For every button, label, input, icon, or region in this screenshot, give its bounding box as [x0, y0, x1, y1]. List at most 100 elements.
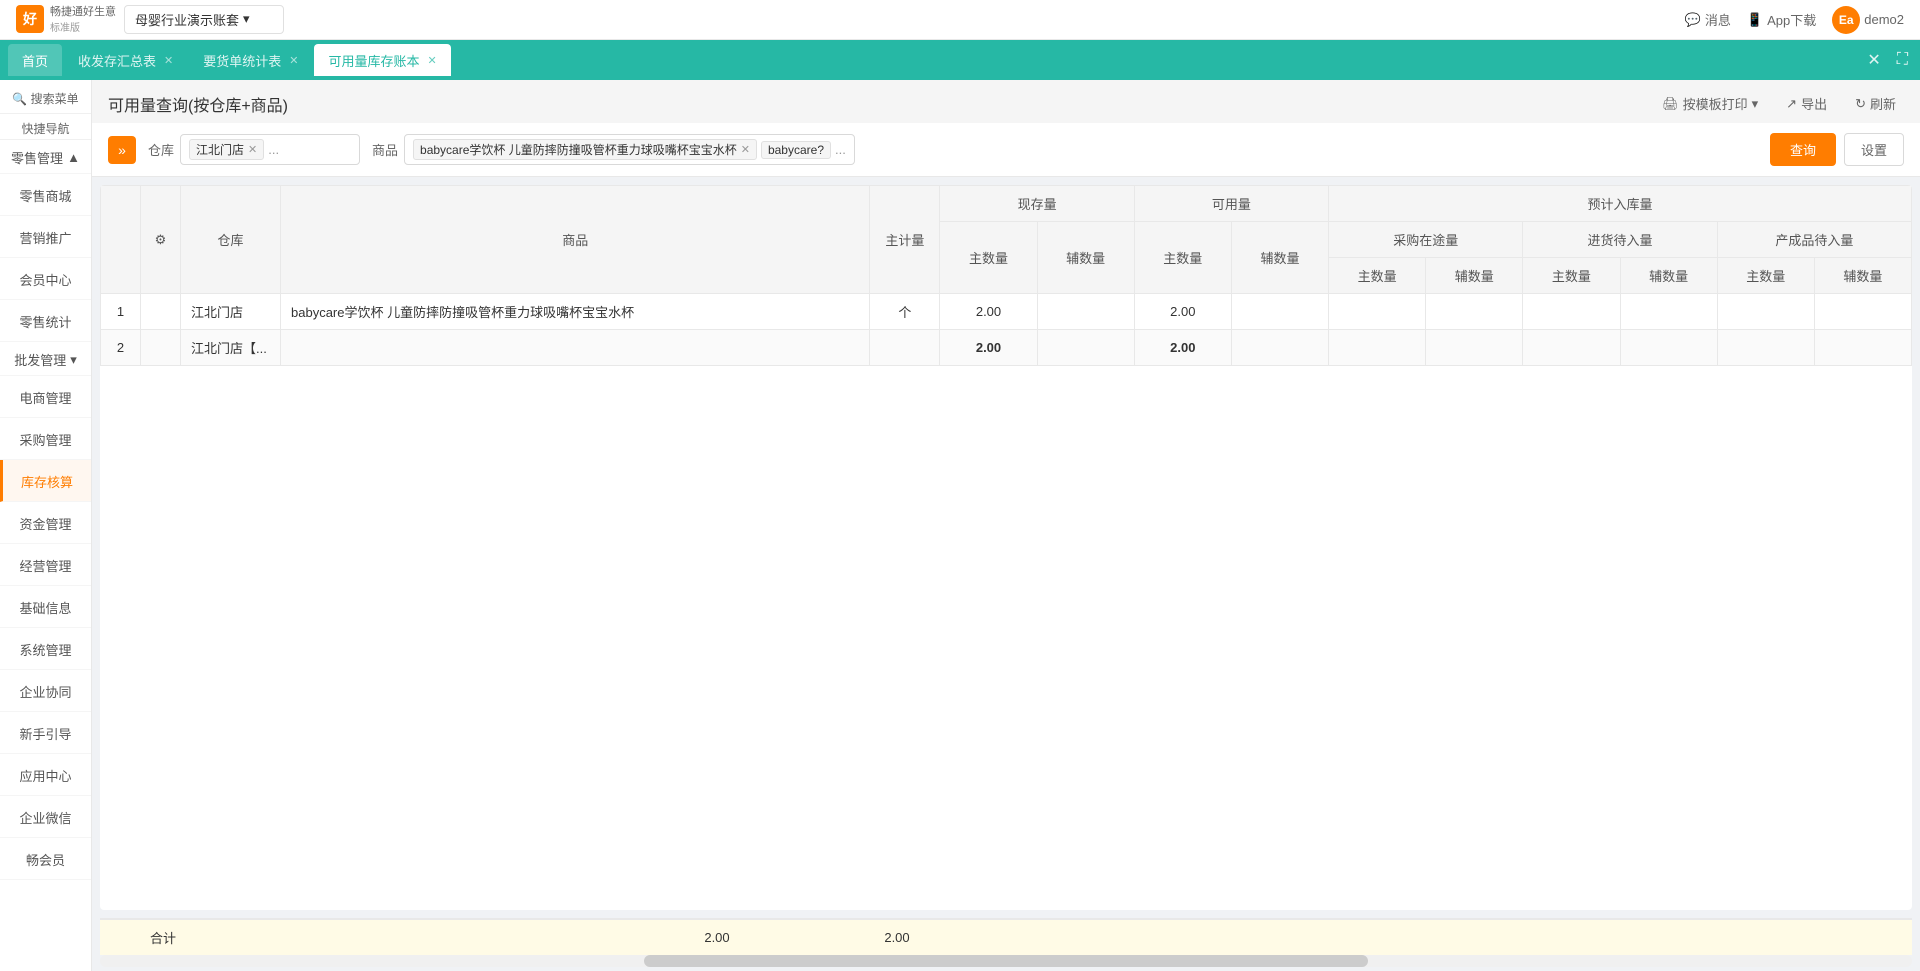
user-profile[interactable]: Ea demo2 — [1832, 6, 1904, 34]
product-filter-input[interactable]: babycare学饮杯 儿童防摔防撞吸管杯重力球吸嘴杯宝宝水杯 ✕ babyca… — [404, 134, 855, 165]
message-icon: 💬 — [1685, 12, 1701, 28]
sidebar-purchase-label: 采购管理 — [19, 430, 71, 449]
row1-avail-aux — [1231, 294, 1328, 330]
footer-avail-main: 2.00 — [852, 930, 942, 945]
sidebar-item-enterprise-collab[interactable]: 企业协同 — [0, 670, 91, 712]
horizontal-scrollbar[interactable] — [100, 955, 1912, 967]
product-tag1-close[interactable]: ✕ — [741, 143, 750, 156]
sidebar-item-vip[interactable]: 畅会员 — [0, 838, 91, 880]
row2-unit — [870, 330, 940, 366]
sidebar-item-ops-mgmt[interactable]: 经营管理 — [0, 544, 91, 586]
filter-actions: 查询 设置 — [1770, 133, 1904, 166]
filter-toggle-button[interactable]: » — [108, 136, 136, 164]
sidebar-item-wholesale-mgmt[interactable]: 批发管理 ▾ — [0, 342, 91, 376]
table-container: ⚙ 仓库 商品 主计量 现存量 — [100, 185, 1912, 910]
row1-stock-main: 2.00 — [940, 294, 1037, 330]
sidebar-retail-mgmt-label: 零售管理 — [11, 148, 63, 167]
tab-inventory-close[interactable]: ✕ — [428, 54, 437, 67]
top-bar-right: 💬 消息 📱 App下载 Ea demo2 — [1685, 6, 1904, 34]
logo-sub: 标准版 — [50, 19, 116, 34]
th-stock-aux: 辅数量 — [1037, 222, 1134, 294]
sidebar-item-app-center[interactable]: 应用中心 — [0, 754, 91, 796]
th-inbound-main: 主数量 — [1523, 258, 1620, 294]
message-button[interactable]: 💬 消息 — [1685, 10, 1731, 29]
th-avail-main: 主数量 — [1134, 222, 1231, 294]
sidebar-wholesale-label: 批发管理 — [14, 350, 66, 369]
settings-button[interactable]: 设置 — [1844, 133, 1904, 166]
sidebar-item-marketing[interactable]: 营销推广 — [0, 216, 91, 258]
tab-inventory[interactable]: 可用量库存账本 ✕ — [314, 44, 450, 76]
product-filter-label: 商品 — [372, 140, 398, 159]
row2-gear[interactable] — [141, 330, 181, 366]
refresh-button[interactable]: ↻ 刷新 — [1847, 90, 1904, 117]
tab-payment-close[interactable]: ✕ — [164, 54, 173, 67]
sidebar-item-retail-mgmt[interactable]: 零售管理 ▲ — [0, 140, 91, 174]
query-button[interactable]: 查询 — [1770, 133, 1836, 166]
sidebar-search-label: 搜索菜单 — [31, 92, 79, 106]
sidebar-item-enterprise-wechat[interactable]: 企业微信 — [0, 796, 91, 838]
sidebar-item-finance-mgmt[interactable]: 资金管理 — [0, 502, 91, 544]
sidebar-enterprise-label: 企业协同 — [19, 682, 71, 701]
sidebar-item-retail-stat[interactable]: 零售统计 — [0, 300, 91, 342]
sidebar-wechat-label: 企业微信 — [19, 808, 71, 827]
th-available: 可用量 — [1134, 186, 1328, 222]
app-download-button[interactable]: 📱 App下载 — [1747, 10, 1816, 29]
sidebar-marketing-label: 营销推广 — [19, 228, 71, 247]
th-main-unit: 主计量 — [870, 186, 940, 294]
row2-warehouse: 江北门店【... — [181, 330, 281, 366]
sidebar-item-ecom-mgmt[interactable]: 电商管理 — [0, 376, 91, 418]
tab-order[interactable]: 要货单统计表 ✕ — [189, 44, 312, 76]
th-purchase-main: 主数量 — [1329, 258, 1426, 294]
row1-product-aux — [1814, 294, 1911, 330]
th-product-aux: 辅数量 — [1814, 258, 1911, 294]
industry-selector[interactable]: 母婴行业演示账套 ▾ — [124, 5, 284, 34]
sidebar-quick-nav[interactable]: 快捷导航 — [0, 114, 91, 140]
th-settings[interactable]: ⚙ — [141, 186, 181, 294]
row1-warehouse: 江北门店 — [181, 294, 281, 330]
sidebar: 🔍 搜索菜单 快捷导航 零售管理 ▲ 零售商城 营销推广 会员中心 零售统计 批… — [0, 80, 92, 971]
sidebar-search[interactable]: 🔍 搜索菜单 — [0, 80, 91, 114]
fullscreen-icon[interactable]: ⛶ — [1893, 49, 1912, 71]
table-header-row-1: ⚙ 仓库 商品 主计量 现存量 — [101, 186, 1912, 222]
sidebar-item-basic-info[interactable]: 基础信息 — [0, 586, 91, 628]
sidebar-item-member[interactable]: 会员中心 — [0, 258, 91, 300]
app-download-label: App下载 — [1767, 10, 1816, 29]
row1-inbound-main — [1523, 294, 1620, 330]
scrollbar-thumb[interactable] — [644, 955, 1369, 967]
logo-text-group: 畅捷通好生意 标准版 — [50, 5, 116, 34]
content-area: 可用量查询(按仓库+商品) 🖨 按模板打印 ▾ ↗ 导出 ↻ 刷新 — [92, 80, 1920, 971]
row2-stock-aux — [1037, 330, 1134, 366]
row1-product: babycare学饮杯 儿童防摔防撞吸管杯重力球吸嘴杯宝宝水杯 — [281, 294, 870, 330]
row2-product — [281, 330, 870, 366]
tab-order-close[interactable]: ✕ — [289, 54, 298, 67]
sidebar-item-new-guide[interactable]: 新手引导 — [0, 712, 91, 754]
th-avail-aux: 辅数量 — [1231, 222, 1328, 294]
export-button[interactable]: ↗ 导出 — [1778, 90, 1835, 117]
app-icon: 📱 — [1747, 12, 1763, 28]
warehouse-filter-label: 仓库 — [148, 140, 174, 159]
tab-payment[interactable]: 收发存汇总表 ✕ — [64, 44, 187, 76]
print-chevron-icon: ▾ — [1752, 96, 1759, 112]
search-icon: 🔍 — [12, 92, 27, 106]
sidebar-item-purchase-mgmt[interactable]: 采购管理 — [0, 418, 91, 460]
export-label: 导出 — [1801, 94, 1827, 113]
warehouse-more: ... — [268, 142, 279, 157]
row1-gear[interactable] — [141, 294, 181, 330]
row1-stock-aux — [1037, 294, 1134, 330]
sidebar-retail-stat-label: 零售统计 — [19, 312, 71, 331]
avatar: Ea — [1832, 6, 1860, 34]
close-all-tabs[interactable]: ✕ — [1863, 48, 1884, 72]
sidebar-item-retail-mall[interactable]: 零售商城 — [0, 174, 91, 216]
template-print-button[interactable]: 🖨 按模板打印 ▾ — [1654, 90, 1766, 117]
product-tag2-text: babycare? — [768, 143, 824, 157]
tab-home[interactable]: 首页 — [8, 44, 62, 76]
warehouse-filter-input[interactable]: 江北门店 ✕ ... — [180, 134, 360, 165]
th-purchase-transit: 采购在途量 — [1329, 222, 1523, 258]
row2-purchase-aux — [1426, 330, 1523, 366]
page-actions: 🖨 按模板打印 ▾ ↗ 导出 ↻ 刷新 — [1654, 90, 1904, 117]
sidebar-item-sys-mgmt[interactable]: 系统管理 — [0, 628, 91, 670]
warehouse-tag-close[interactable]: ✕ — [248, 143, 257, 156]
sidebar-item-inventory-check[interactable]: 库存核算 — [0, 460, 91, 502]
product-filter-group: 商品 babycare学饮杯 儿童防摔防撞吸管杯重力球吸嘴杯宝宝水杯 ✕ bab… — [372, 134, 855, 165]
row1-unit: 个 — [870, 294, 940, 330]
